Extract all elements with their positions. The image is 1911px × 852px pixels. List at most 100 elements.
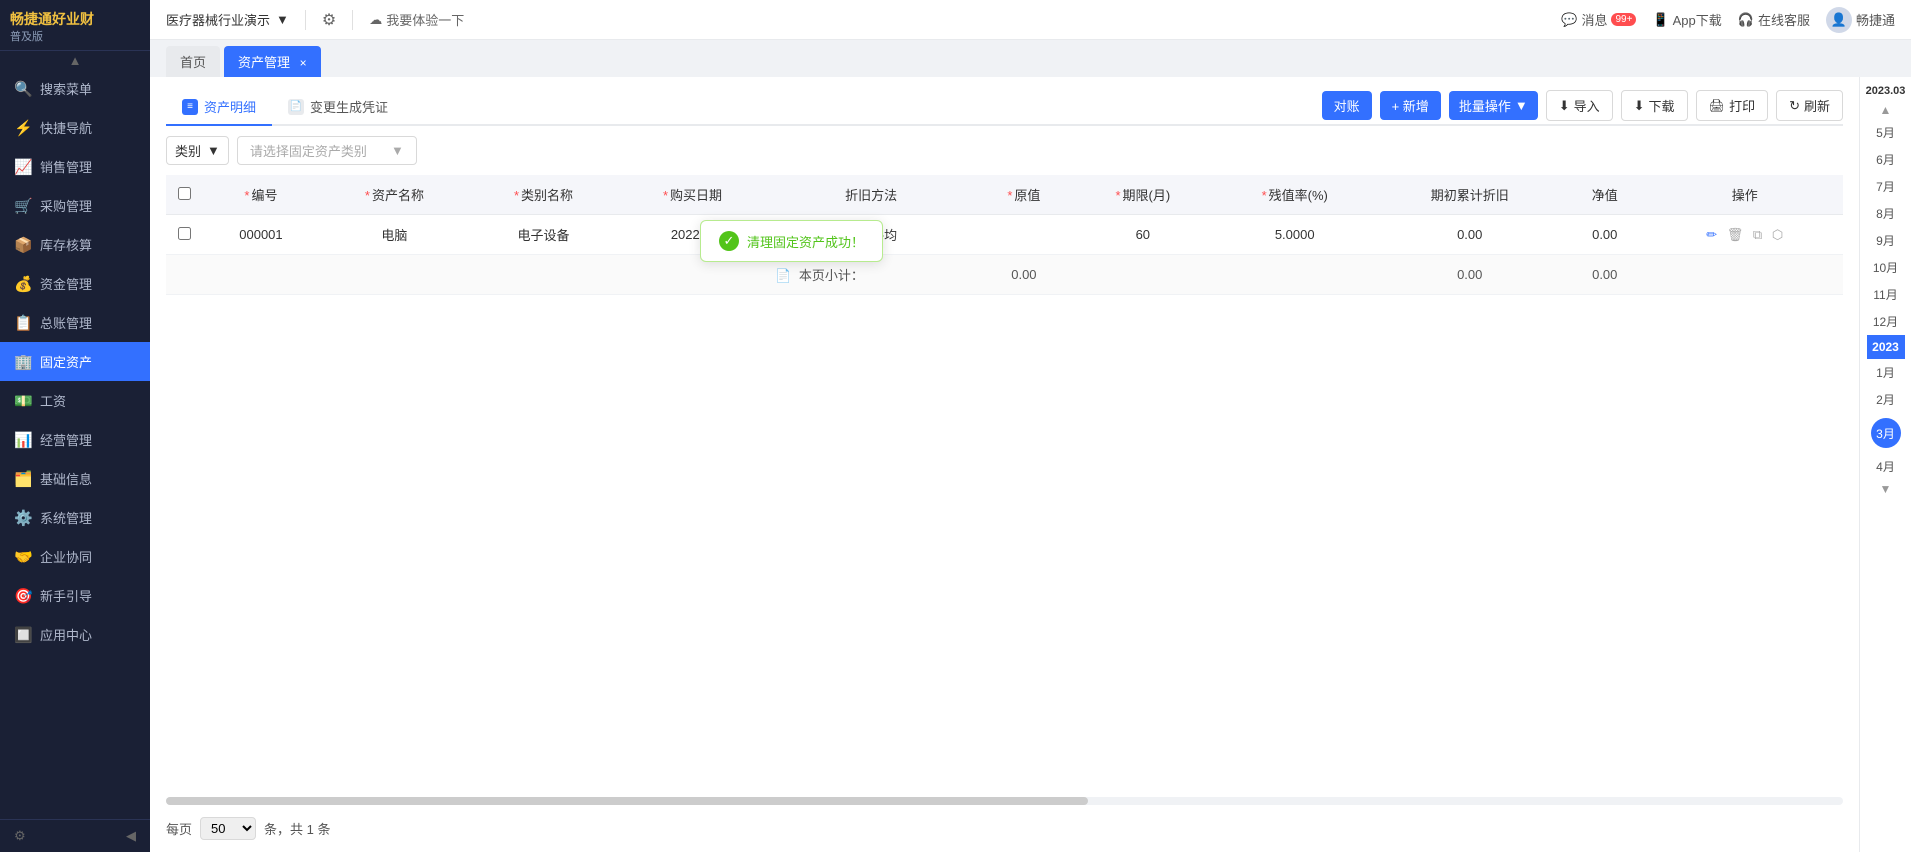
per-page-select[interactable]: 50 100 200 [200,817,256,840]
sidebar-item-assets[interactable]: 🏢固定资产 [0,342,150,381]
sidebar-icon-ledger: 📋 [14,314,32,332]
right-panel-scroll-up[interactable]: ▲ [1860,101,1911,119]
th-actions: 操作 [1646,175,1843,215]
th-name: *资产名称 [320,175,469,215]
reconcile-btn[interactable]: 对账 [1322,91,1372,120]
download-btn[interactable]: ⬇ 下载 [1621,90,1688,121]
company-dropdown-icon: ▼ [276,12,289,27]
print-btn[interactable]: 🖨 打印 [1696,90,1769,121]
subtotal-initial-accumulated: 0.00 [1376,255,1563,295]
calendar-current-month[interactable]: 3月 [1867,413,1905,453]
tab-close-icon[interactable]: × [300,56,307,70]
action-more-icon[interactable]: ⬡ [1772,227,1783,242]
download-label: 下载 [1649,96,1675,115]
sub-tab-asset-detail[interactable]: ≡ 资产明细 [166,89,272,126]
sidebar-item-salary[interactable]: 💵工资 [0,381,150,420]
download-icon: ⬇ [1634,98,1645,114]
asset-category-input[interactable]: 请选择固定资产类别 ▼ [237,136,417,165]
content-main: ≡ 资产明细 📄 变更生成凭证 对账 + 新增 批量操作 [150,77,1859,852]
sub-tabs: ≡ 资产明细 📄 变更生成凭证 对账 + 新增 批量操作 [166,89,1843,126]
calendar-month-item[interactable]: 10月 [1867,254,1905,281]
category-filter[interactable]: 类别 ▼ [166,136,229,165]
print-icon: 🖨 [1709,98,1726,114]
new-btn[interactable]: + 新增 [1380,91,1441,120]
calendar-month-item[interactable]: 2月 [1867,386,1905,413]
logo-title: 畅捷通好业财 [10,10,94,28]
sidebar-label-system: 系统管理 [40,508,92,527]
category-label: 类别 [175,141,201,160]
calendar-month-item[interactable]: 12月 [1867,308,1905,335]
calendar-month-item[interactable]: 7月 [1867,173,1905,200]
refresh-icon: ↻ [1789,98,1800,114]
action-copy-icon[interactable]: ⧉ [1753,227,1762,242]
action-edit-icon[interactable]: ✏ [1706,227,1717,242]
sidebar-item-base[interactable]: 🗂️基础信息 [0,459,150,498]
calendar-month-item[interactable]: 11月 [1867,281,1905,308]
sidebar-icon-system: ⚙️ [14,509,32,527]
asset-category-placeholder: 请选择固定资产类别 [250,141,367,160]
right-panel-year: 2023.03 [1864,81,1908,101]
user-info[interactable]: 👤 畅捷通 [1826,7,1895,33]
settings-icon[interactable]: ⚙ [14,828,26,844]
sidebar-item-funds[interactable]: 💰资金管理 [0,264,150,303]
sidebar-item-sales[interactable]: 📈销售管理 [0,147,150,186]
row-select-checkbox[interactable] [178,227,191,240]
sidebar-item-guide[interactable]: 🎯新手引导 [0,576,150,615]
row-name: 电脑 [320,215,469,255]
sidebar-scroll-up[interactable]: ▲ [0,51,150,69]
sidebar-item-system[interactable]: ⚙️ 系统管理 [0,498,150,537]
header-settings-icon[interactable]: ⚙ [322,10,336,30]
sidebar-label-sales: 销售管理 [40,157,92,176]
sidebar-label-purchase: 采购管理 [40,196,92,215]
row-original-value [975,215,1072,255]
filter-bar: 类别 ▼ 请选择固定资产类别 ▼ [166,136,1843,165]
sidebar-item-ops[interactable]: 📊经营管理 [0,420,150,459]
right-panel-scroll-down[interactable]: ▼ [1860,480,1911,498]
import-btn[interactable]: ⬇ 导入 [1546,90,1613,121]
select-all-checkbox[interactable] [178,187,191,200]
th-period: *期限(月) [1073,175,1213,215]
calendar-month-item[interactable]: 8月 [1867,200,1905,227]
th-code: *编号 [202,175,320,215]
sidebar-item-ledger[interactable]: 📋总账管理 [0,303,150,342]
asset-category-dropdown-icon: ▼ [391,143,404,158]
sidebar-icon-inventory: 📦 [14,236,32,254]
message-icon: 💬 [1561,12,1577,28]
batch-btn[interactable]: 批量操作 ▼ [1449,91,1538,120]
tab-home[interactable]: 首页 [166,46,220,77]
calendar-month-item[interactable]: 9月 [1867,227,1905,254]
sidebar-item-collab[interactable]: 🤝企业协同 [0,537,150,576]
th-net-value: 净值 [1563,175,1646,215]
app-download-btn[interactable]: 📱 App下载 [1652,10,1721,29]
sidebar-item-apps[interactable]: 🔲应用中心 [0,615,150,654]
sidebar-logo: 畅捷通好业财 普及版 [0,0,150,51]
table-scrollbar[interactable] [166,797,1843,805]
online-service-btn[interactable]: 🎧 在线客服 [1738,10,1810,29]
sidebar-label-apps: 应用中心 [40,625,92,644]
refresh-btn[interactable]: ↻ 刷新 [1776,90,1843,121]
avatar: 👤 [1826,7,1852,33]
sidebar-item-search[interactable]: 🔍搜索菜单 [0,69,150,108]
tab-asset-mgmt[interactable]: 资产管理 × [224,46,321,77]
calendar-month-item[interactable]: 1月 [1867,359,1905,386]
sidebar-item-purchase[interactable]: 🛒采购管理 [0,186,150,225]
message-btn[interactable]: 💬 消息 99+ [1561,10,1636,29]
sidebar-item-quicknav[interactable]: ⚡快捷导航 [0,108,150,147]
experience-btn[interactable]: ☁ 我要体验一下 [369,10,464,29]
calendar-month-item[interactable]: 4月 [1867,453,1905,480]
calendar-month-item[interactable]: 6月 [1867,146,1905,173]
sidebar-icon-collab: 🤝 [14,548,32,566]
table-row: 000001 电脑 电子设备 202206 年限平均 60 5.0000 0.0… [166,215,1843,255]
username: 畅捷通 [1856,10,1895,29]
sidebar-item-inventory[interactable]: 📦库存核算 [0,225,150,264]
batch-label: 批量操作 [1459,96,1511,115]
sub-tab-change-voucher[interactable]: 📄 变更生成凭证 [272,89,404,126]
tabs-bar: 首页 资产管理 × [150,40,1911,77]
calendar-month-item[interactable]: 5月 [1867,119,1905,146]
action-delete-icon[interactable]: 🗑 [1727,227,1744,242]
company-selector[interactable]: 医疗器械行业演示 ▼ [166,10,289,29]
sub-tab-asset-detail-label: 资产明细 [204,97,256,116]
sidebar-icon-search: 🔍 [14,80,32,98]
import-label: 导入 [1574,96,1600,115]
collapse-icon[interactable]: ◀ [126,828,136,844]
